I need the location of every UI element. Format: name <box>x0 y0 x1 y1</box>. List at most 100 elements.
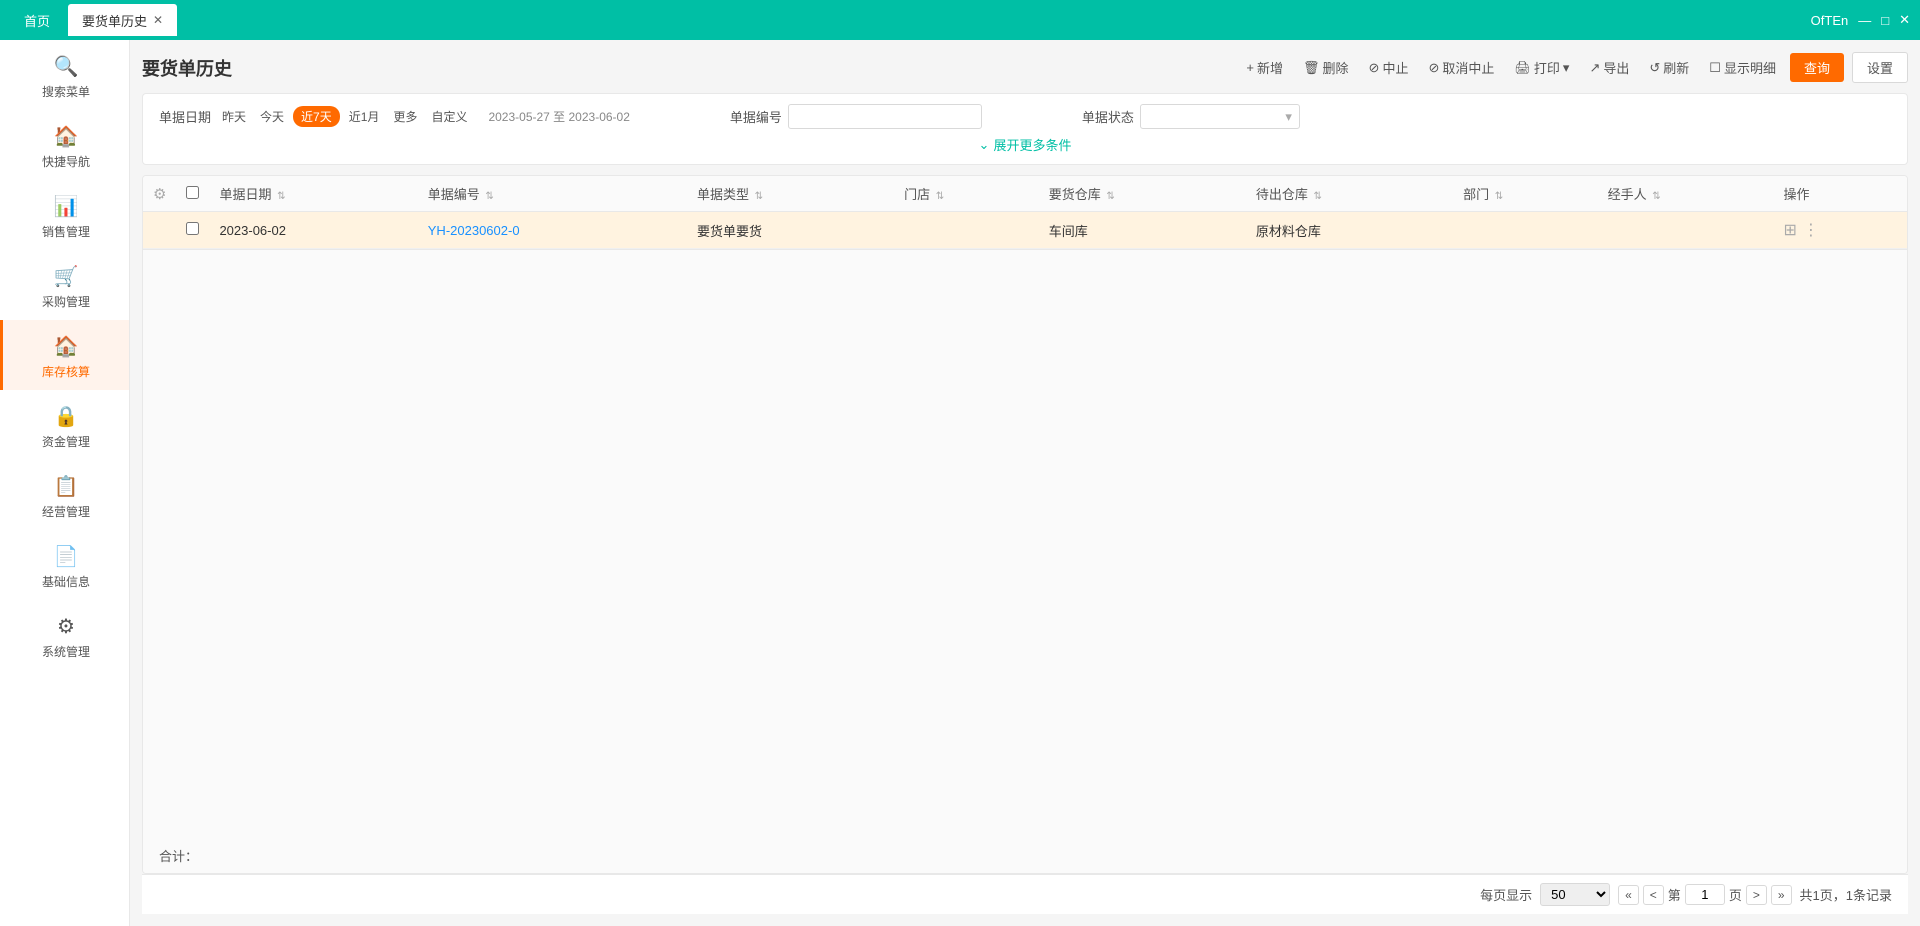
th-pending-warehouse-sort[interactable]: ⇅ <box>1314 191 1322 202</box>
sidebar-item-label-basic: 基础信息 <box>42 573 90 590</box>
new-icon: + <box>1246 60 1254 75</box>
stop-button[interactable]: ⊘ 中止 <box>1363 54 1415 81</box>
next-page-btn[interactable]: > <box>1746 885 1767 905</box>
per-page-label: 每页显示 <box>1480 885 1532 904</box>
print-button[interactable]: 🖨 打印 ▾ <box>1508 54 1575 81</box>
top-bar: 首页 要货单历史 ✕ OfTEn — □ ✕ <box>0 0 1920 40</box>
quick-nav-icon: 🏠 <box>54 124 79 149</box>
date-filter-label: 单据日期 <box>159 107 211 126</box>
sidebar-item-search-menu[interactable]: 🔍 搜索菜单 <box>0 40 129 110</box>
th-action-label: 操作 <box>1784 187 1810 202</box>
delete-button[interactable]: 🗑 删除 <box>1297 54 1355 81</box>
date-btn-1month[interactable]: 近1月 <box>344 106 385 127</box>
th-doc-no-sort[interactable]: ⇅ <box>485 191 493 202</box>
date-btn-yesterday[interactable]: 昨天 <box>217 106 251 127</box>
th-date: 单据日期 ⇅ <box>209 176 417 212</box>
sidebar-item-quick-nav[interactable]: 🏠 快捷导航 <box>0 110 129 180</box>
sidebar-item-label-purchase: 采购管理 <box>42 293 90 310</box>
per-page-select[interactable]: 50 100 200 <box>1540 883 1610 906</box>
data-table: ⚙ 单据日期 ⇅ 单据编号 ⇅ <box>143 176 1907 249</box>
row-req-warehouse: 车间库 <box>1039 212 1246 249</box>
row-checkbox[interactable] <box>186 222 199 235</box>
minimize-btn[interactable]: — <box>1858 13 1871 28</box>
row-pending-warehouse: 原材料仓库 <box>1246 212 1453 249</box>
new-button[interactable]: + 新增 <box>1240 54 1289 81</box>
settings-label: 设置 <box>1867 58 1893 77</box>
status-select[interactable]: 草稿 已提交 已审核 已中止 <box>1140 104 1300 129</box>
status-select-wrapper: 草稿 已提交 已审核 已中止 <box>1140 104 1300 129</box>
row-more-icon[interactable]: ⋮ <box>1803 220 1819 240</box>
first-page-btn[interactable]: « <box>1618 885 1639 905</box>
th-date-sort[interactable]: ⇅ <box>277 191 285 202</box>
doc-no-input[interactable] <box>788 104 982 129</box>
row-doc-no-link[interactable]: YH-20230602-0 <box>428 223 520 238</box>
page-input[interactable] <box>1685 884 1725 905</box>
sidebar-item-label-inventory: 库存核算 <box>42 363 90 380</box>
cancel-stop-button[interactable]: ⊘ 取消中止 <box>1422 54 1500 81</box>
checkbox-icon: ☐ <box>1709 60 1721 76</box>
inventory-icon: 🏠 <box>54 334 79 359</box>
th-doc-type-sort[interactable]: ⇅ <box>755 191 763 202</box>
maximize-btn[interactable]: □ <box>1881 13 1889 28</box>
date-quick-buttons: 昨天 今天 近7天 近1月 更多 自定义 <box>217 106 472 127</box>
query-label: 查询 <box>1804 58 1830 77</box>
th-store-sort[interactable]: ⇅ <box>936 191 944 202</box>
date-btn-7days[interactable]: 近7天 <box>293 106 340 127</box>
date-btn-today[interactable]: 今天 <box>255 106 289 127</box>
query-button[interactable]: 查询 <box>1790 53 1844 82</box>
th-checkbox <box>176 176 209 212</box>
page-label: 第 <box>1668 885 1681 904</box>
th-handler-sort[interactable]: ⇅ <box>1652 191 1660 202</box>
content-area: 要货单历史 + 新增 🗑 删除 ⊘ 中止 ⊘ 取消中止 <box>130 40 1920 926</box>
export-button[interactable]: ↗ 导出 <box>1583 54 1635 81</box>
date-btn-more[interactable]: 更多 <box>388 106 422 127</box>
operations-icon: 📋 <box>54 474 79 499</box>
cancel-stop-icon: ⊘ <box>1428 60 1439 76</box>
prev-page-btn[interactable]: < <box>1643 885 1664 905</box>
th-req-warehouse-label: 要货仓库 <box>1049 187 1101 202</box>
sidebar-item-finance[interactable]: 🔒 资金管理 <box>0 390 129 460</box>
show-detail-toggle[interactable]: ☐ 显示明细 <box>1703 54 1782 81</box>
expand-more-btn[interactable]: ⌄ 展开更多条件 <box>159 135 1891 154</box>
sidebar-item-label-operations: 经营管理 <box>42 503 90 520</box>
sidebar-item-purchase[interactable]: 🛒 采购管理 <box>0 250 129 320</box>
sidebar-item-inventory[interactable]: 🏠 库存核算 <box>0 320 129 390</box>
row-edit-icon[interactable]: ⊞ <box>1784 220 1797 240</box>
tab-requisition-history[interactable]: 要货单历史 ✕ <box>68 4 177 36</box>
date-filter: 单据日期 昨天 今天 近7天 近1月 更多 自定义 2023-05-27 至 2… <box>159 106 630 127</box>
tab-home[interactable]: 首页 <box>10 4 64 36</box>
cancel-stop-label: 取消中止 <box>1442 58 1494 77</box>
filter-area: 单据日期 昨天 今天 近7天 近1月 更多 自定义 2023-05-27 至 2… <box>142 93 1908 165</box>
sidebar-item-basic-info[interactable]: 📄 基础信息 <box>0 530 129 600</box>
date-btn-custom[interactable]: 自定义 <box>426 106 472 127</box>
doc-no-label: 单据编号 <box>730 107 782 126</box>
date-range-display: 2023-05-27 至 2023-06-02 <box>488 108 629 125</box>
last-page-btn[interactable]: » <box>1771 885 1792 905</box>
th-store: 门店 ⇅ <box>894 176 1039 212</box>
refresh-button[interactable]: ↺ 刷新 <box>1643 54 1695 81</box>
th-doc-no-label: 单据编号 <box>428 187 480 202</box>
select-all-checkbox[interactable] <box>186 186 199 199</box>
table-body: 2023-06-02 YH-20230602-0 要货单要货 车间库 原材料仓库 <box>143 212 1907 249</box>
table-settings-icon[interactable]: ⚙ <box>153 186 166 203</box>
toolbar: + 新增 🗑 删除 ⊘ 中止 ⊘ 取消中止 🖨 打印 <box>1240 52 1908 83</box>
refresh-label: 刷新 <box>1663 58 1689 77</box>
th-req-warehouse-sort[interactable]: ⇅ <box>1106 191 1114 202</box>
tab-close-icon[interactable]: ✕ <box>153 13 163 27</box>
row-date: 2023-06-02 <box>209 212 417 249</box>
export-label: 导出 <box>1603 58 1629 77</box>
close-btn[interactable]: ✕ <box>1899 12 1910 28</box>
row-handler <box>1598 212 1774 249</box>
sidebar-item-label-quick: 快捷导航 <box>42 153 90 170</box>
th-department-sort[interactable]: ⇅ <box>1495 191 1503 202</box>
th-department-label: 部门 <box>1463 187 1489 202</box>
row-settings-cell <box>143 212 176 249</box>
page-suffix: 页 <box>1729 885 1742 904</box>
sidebar-item-sales[interactable]: 📊 销售管理 <box>0 180 129 250</box>
settings-button[interactable]: 设置 <box>1852 52 1908 83</box>
sidebar-item-label-finance: 资金管理 <box>42 433 90 450</box>
finance-icon: 🔒 <box>54 404 79 429</box>
sidebar-item-system[interactable]: ⚙ 系统管理 <box>0 600 129 670</box>
sidebar-item-operations[interactable]: 📋 经营管理 <box>0 460 129 530</box>
status-filter: 单据状态 草稿 已提交 已审核 已中止 <box>1082 104 1300 129</box>
